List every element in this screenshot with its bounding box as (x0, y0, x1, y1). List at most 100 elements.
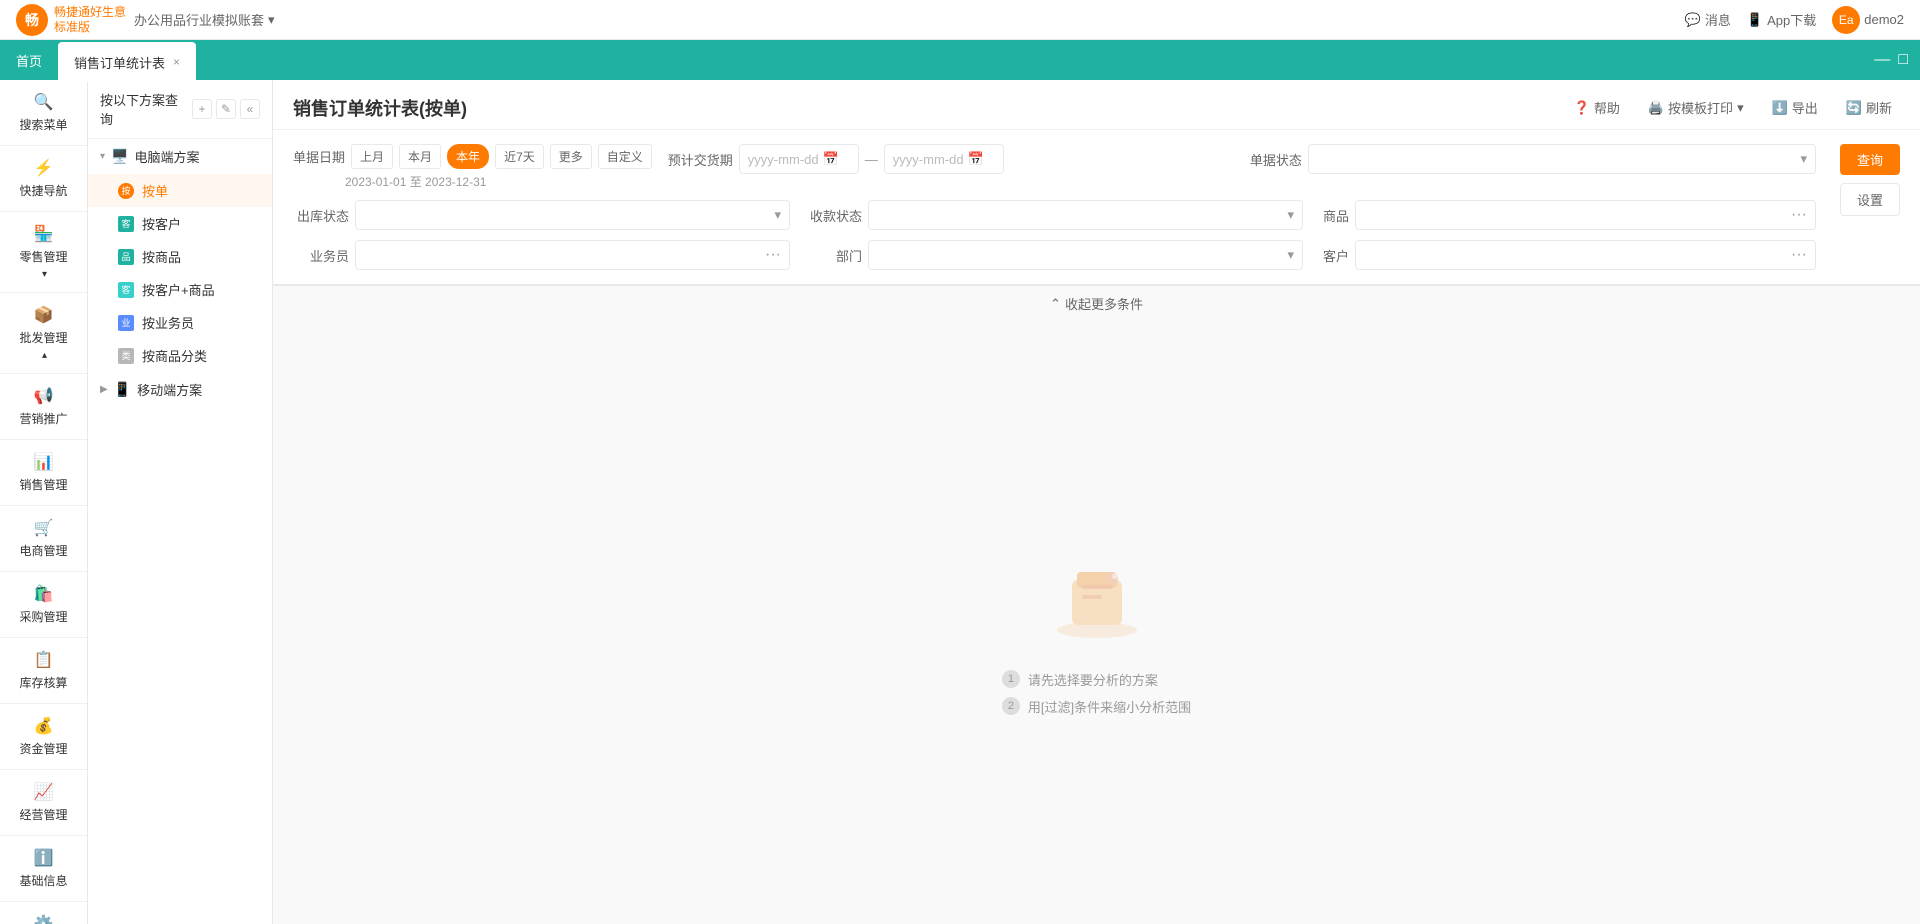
status-select[interactable]: ▾ (1308, 144, 1816, 174)
wholesale-icon: 📦 (34, 305, 54, 325)
sidebar-item-search[interactable]: 🔍 搜索菜单 (0, 80, 87, 146)
export-icon: ⬇️ (1772, 100, 1788, 116)
sidebar-item-marketing[interactable]: 📢 营销推广 (0, 374, 87, 440)
delivery-arrow-icon: ▾ (774, 207, 781, 223)
salesperson-input[interactable]: ··· (355, 240, 790, 270)
query-btn-group: 查询 设置 (1840, 144, 1900, 216)
mobile-arrow-icon: ▶ (100, 384, 108, 395)
scheme-collapse-button[interactable]: « (240, 99, 260, 119)
salesperson-label: 业务员 (293, 246, 349, 265)
main-content: 销售订单统计表(按单) ❓ 帮助 🖨️ 按模板打印 ▾ ⬇️ 导出 (273, 80, 1920, 924)
finance-icon: 💰 (34, 716, 54, 736)
wholesale-arrow-icon: ▴ (42, 350, 47, 361)
tab-home[interactable]: 首页 (0, 40, 58, 80)
sales-icon: 📊 (34, 452, 54, 472)
app-download-button[interactable]: 📱 App下载 (1747, 10, 1816, 29)
scheme-edit-button[interactable]: ✎ (216, 99, 236, 119)
pc-category-arrow-icon: ▾ (100, 151, 105, 162)
print-arrow-icon: ▾ (1737, 100, 1744, 116)
query-button[interactable]: 查询 (1840, 144, 1900, 175)
system-icon: ⚙️ (34, 914, 54, 924)
topbar-left: 畅 畅捷通好生意 标准版 办公用品行业模拟账套 ▾ (16, 4, 275, 36)
expected-date-end[interactable]: yyyy-mm-dd 📅 (884, 144, 1004, 174)
tab-sales-stat[interactable]: 销售订单统计表 × (58, 42, 196, 82)
scheme-item-by-cust-prod[interactable]: 客 按客户+商品 (88, 273, 272, 306)
message-button[interactable]: 💬 消息 (1685, 10, 1731, 29)
salesperson-dots-icon: ··· (765, 246, 781, 264)
collapse-bar[interactable]: ⌃ 收起更多条件 (273, 285, 1920, 321)
department-label: 部门 (806, 246, 862, 265)
by-product-icon: 品 (118, 249, 134, 265)
sidebar-item-purchase[interactable]: 🛍️ 采购管理 (0, 572, 87, 638)
tabbar: 首页 销售订单统计表 × — □ (0, 40, 1920, 80)
by-category-icon: 类 (118, 348, 134, 364)
date-range-separator: — (865, 152, 878, 167)
department-arrow-icon: ▾ (1287, 247, 1294, 263)
sidebar-item-wholesale[interactable]: 📦 批发管理 ▴ (0, 293, 87, 374)
date-btn-last-month[interactable]: 上月 (351, 144, 393, 169)
status-arrow-icon: ▾ (1800, 151, 1807, 167)
app-icon: 📱 (1747, 12, 1763, 28)
scheme-sub-pc: 按 按单 客 按客户 品 按商品 客 按客户+商品 业 按业务员 (88, 174, 272, 372)
payment-status-select[interactable]: ▾ (868, 200, 1303, 230)
scheme-item-by-product[interactable]: 品 按商品 (88, 240, 272, 273)
sidebar-item-finance[interactable]: 💰 资金管理 (0, 704, 87, 770)
delivery-status-select[interactable]: ▾ (355, 200, 790, 230)
sidebar-item-sales[interactable]: 📊 销售管理 (0, 440, 87, 506)
sidebar-item-system[interactable]: ⚙️ 系统管理 (0, 902, 87, 924)
date-btn-more[interactable]: 更多 (550, 144, 592, 169)
scheme-panel: 按以下方案查询 + ✎ « ▾ 🖥️ 电脑端方案 按 按单 客 (88, 80, 273, 924)
date-btn-this-year[interactable]: 本年 (447, 144, 489, 169)
scheme-add-button[interactable]: + (192, 99, 212, 119)
date-btn-7days[interactable]: 近7天 (495, 144, 544, 169)
tab-maximize-icon[interactable]: □ (1898, 51, 1908, 69)
delivery-status-label: 出库状态 (293, 206, 349, 225)
date-btn-custom[interactable]: 自定义 (598, 144, 652, 169)
by-cust-prod-label: 按客户+商品 (142, 280, 215, 299)
sidebar-item-basic[interactable]: ℹ️ 基础信息 (0, 836, 87, 902)
tab-close-icon[interactable]: × (173, 55, 180, 69)
retail-arrow-icon: ▾ (42, 269, 47, 280)
product-filter-group: 商品 ··· (1319, 200, 1816, 230)
sidebar-item-operations[interactable]: 📈 经营管理 (0, 770, 87, 836)
marketing-icon: 📢 (34, 386, 54, 406)
inventory-icon: 📋 (34, 650, 54, 670)
customer-input[interactable]: ··· (1355, 240, 1816, 270)
scheme-item-by-category[interactable]: 类 按商品分类 (88, 339, 272, 372)
expected-date-start[interactable]: yyyy-mm-dd 📅 (739, 144, 859, 174)
export-button[interactable]: ⬇️ 导出 (1764, 94, 1826, 121)
product-input[interactable]: ··· (1355, 200, 1816, 230)
sidebar-item-retail[interactable]: 🏪 零售管理 ▾ (0, 212, 87, 293)
tab-minimize-icon[interactable]: — (1874, 51, 1890, 69)
by-cust-prod-icon: 客 (118, 282, 134, 298)
main-header: 销售订单统计表(按单) ❓ 帮助 🖨️ 按模板打印 ▾ ⬇️ 导出 (273, 80, 1920, 130)
print-button[interactable]: 🖨️ 按模板打印 ▾ (1640, 94, 1752, 121)
date-range-text: 2023-01-01 至 2023-12-31 (293, 173, 652, 190)
scheme-item-by-order[interactable]: 按 按单 (88, 174, 272, 207)
customer-label: 客户 (1319, 246, 1349, 265)
scheme-item-by-salesperson[interactable]: 业 按业务员 (88, 306, 272, 339)
help-button[interactable]: ❓ 帮助 (1566, 94, 1628, 121)
main-layout: 🔍 搜索菜单 ⚡ 快捷导航 🏪 零售管理 ▾ 📦 批发管理 ▴ 📢 营销推广 📊… (0, 80, 1920, 924)
print-icon: 🖨️ (1648, 100, 1664, 116)
sidebar-item-shortcut[interactable]: ⚡ 快捷导航 (0, 146, 87, 212)
sidebar-item-ecommerce[interactable]: 🛒 电商管理 (0, 506, 87, 572)
message-icon: 💬 (1685, 12, 1701, 28)
topbar-breadcrumb: 办公用品行业模拟账套 ▾ (134, 10, 275, 29)
scheme-category-pc[interactable]: ▾ 🖥️ 电脑端方案 (88, 139, 272, 174)
by-order-label: 按单 (142, 181, 168, 200)
sidebar-item-inventory[interactable]: 📋 库存核算 (0, 638, 87, 704)
pc-category-label: 电脑端方案 (134, 147, 199, 166)
setup-button[interactable]: 设置 (1840, 183, 1900, 216)
topbar-right: 💬 消息 📱 App下载 Ea demo2 (1685, 6, 1904, 34)
date-label-row: 单据日期 上月 本月 本年 近7天 更多 自定义 (293, 144, 652, 169)
sidebar: 🔍 搜索菜单 ⚡ 快捷导航 🏪 零售管理 ▾ 📦 批发管理 ▴ 📢 营销推广 📊… (0, 80, 88, 924)
user-area[interactable]: Ea demo2 (1832, 6, 1904, 34)
refresh-button[interactable]: 🔄 刷新 (1838, 94, 1900, 121)
status-label: 单据状态 (1250, 150, 1302, 169)
scheme-item-by-customer[interactable]: 客 按客户 (88, 207, 272, 240)
date-btn-this-month[interactable]: 本月 (399, 144, 441, 169)
department-select[interactable]: ▾ (868, 240, 1303, 270)
scheme-category-mobile[interactable]: ▶ 📱 移动端方案 (88, 372, 272, 407)
tip-num-1: 1 (1002, 670, 1020, 688)
